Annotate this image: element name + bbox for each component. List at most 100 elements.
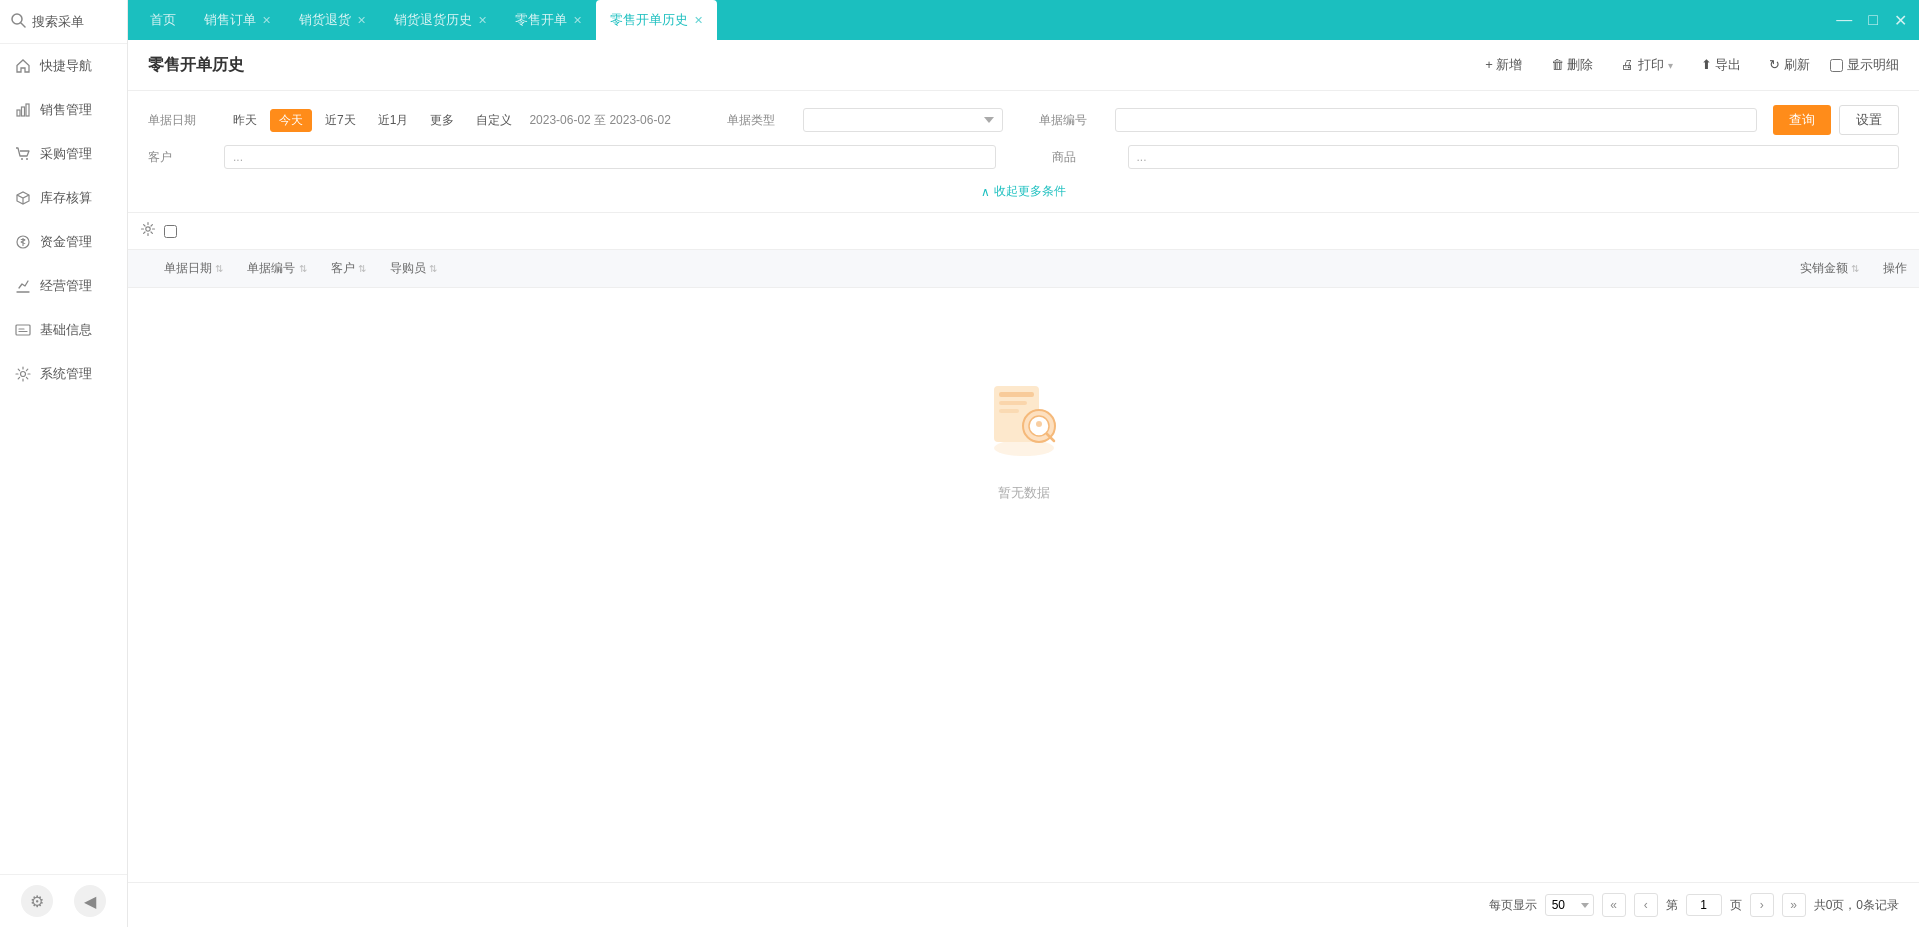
tab-sales-order-close[interactable]: ✕ [262,14,271,27]
sidebar-item-kucun-hesuan[interactable]: 库存核算 [0,176,127,220]
close-btn[interactable]: ✕ [1890,11,1911,30]
col-customer-sort[interactable]: ⇅ [358,263,366,274]
goods-input[interactable] [1128,145,1900,169]
col-amount-sort[interactable]: ⇅ [1851,263,1859,274]
svg-point-10 [146,227,150,231]
sidebar-item-label: 系统管理 [40,365,92,383]
table-gear-btn[interactable] [140,221,156,241]
number-input[interactable] [1115,108,1757,132]
money-icon [14,233,32,251]
tab-sales-return-history[interactable]: 销货退货历史 ✕ [380,0,501,40]
page-header: 零售开单历史 + 新增 🗑 删除 🖨 打印 ▾ ⬆ 导出 ↻ 刷新 显示明细 [128,40,1919,91]
minimize-btn[interactable]: — [1832,11,1856,29]
last-page-btn[interactable]: » [1782,893,1806,917]
sidebar-item-xiaoshou-guanli[interactable]: 销售管理 [0,88,127,132]
sidebar-footer: ⚙ ◀ [0,874,127,927]
date-btn-custom[interactable]: 自定义 [467,109,521,132]
collapse-filter-btn[interactable]: ∧ 收起更多条件 [148,179,1899,204]
svg-point-6 [26,158,28,160]
tab-sales-order-label: 销售订单 [204,11,256,29]
export-button[interactable]: ⬆ 导出 [1693,52,1750,78]
col-number[interactable]: 单据编号 ⇅ [235,250,318,288]
maximize-btn[interactable]: □ [1864,11,1882,29]
col-date[interactable]: 单据日期 ⇅ [152,250,235,288]
col-amount-label: 实销金额 [1800,261,1848,275]
chevron-up-icon: ∧ [981,185,990,199]
add-button[interactable]: + 新增 [1477,52,1530,78]
tab-sales-return-history-close[interactable]: ✕ [478,14,487,27]
col-date-sort[interactable]: ⇅ [215,263,223,274]
tab-retail-open[interactable]: 零售开单 ✕ [501,0,596,40]
sidebar-item-jingying-guanli[interactable]: 经营管理 [0,264,127,308]
date-btn-7days[interactable]: 近7天 [316,109,365,132]
tab-sales-return-label: 销货退货 [299,11,351,29]
empty-state: 暂无数据 [128,288,1919,582]
sidebar-item-label: 经营管理 [40,277,92,295]
col-action: 操作 [1871,250,1919,288]
show-detail-checkbox[interactable]: 显示明细 [1830,56,1899,74]
show-detail-input[interactable] [1830,59,1843,72]
per-page-label: 每页显示 [1489,897,1537,914]
col-guide[interactable]: 导购员 ⇅ [378,250,449,288]
customer-label: 客户 [148,149,208,166]
per-page-select[interactable]: 50 10 20 100 [1545,894,1594,916]
tab-sales-return[interactable]: 销货退货 ✕ [285,0,380,40]
sidebar-item-caigou-guanli[interactable]: 采购管理 [0,132,127,176]
page-label: 第 [1666,897,1678,914]
settings-footer-btn[interactable]: ⚙ [21,885,53,917]
page-input[interactable] [1686,894,1722,916]
sidebar-item-kuaijie-daohang[interactable]: 快捷导航 [0,44,127,88]
col-amount[interactable]: 实销金额 ⇅ [1788,250,1871,288]
col-number-sort[interactable]: ⇅ [299,263,307,274]
svg-rect-3 [22,107,25,116]
select-all-checkbox[interactable] [164,225,177,238]
sidebar-item-xitong-guanli[interactable]: 系统管理 [0,352,127,396]
sidebar-item-label: 快捷导航 [40,57,92,75]
first-page-btn[interactable]: « [1602,893,1626,917]
collapse-sidebar-btn[interactable]: ◀ [74,885,106,917]
date-label: 单据日期 [148,112,208,129]
col-number-label: 单据编号 [247,261,295,275]
search-label: 搜索采单 [32,13,84,31]
sidebar-item-jichu-xinxi[interactable]: 基础信息 [0,308,127,352]
svg-rect-4 [26,104,29,116]
type-select[interactable] [803,108,1003,132]
tab-sales-order[interactable]: 销售订单 ✕ [190,0,285,40]
next-page-btn[interactable]: › [1750,893,1774,917]
refresh-button[interactable]: ↻ 刷新 [1761,52,1818,78]
tab-sales-return-close[interactable]: ✕ [357,14,366,27]
filter-date-btns: 昨天 今天 近7天 近1月 更多 自定义 2023-06-02 至 2023-0… [224,109,671,132]
sidebar-item-zijin-guanli[interactable]: 资金管理 [0,220,127,264]
tab-sales-return-history-label: 销货退货历史 [394,11,472,29]
empty-illustration [974,368,1074,468]
print-button[interactable]: 🖨 打印 ▾ [1613,52,1681,78]
filter-area: 单据日期 昨天 今天 近7天 近1月 更多 自定义 2023-06-02 至 2… [128,91,1919,213]
prev-page-btn[interactable]: ‹ [1634,893,1658,917]
search-entry[interactable]: 搜索采单 [0,0,127,44]
svg-line-1 [21,23,25,27]
date-btn-yesterday[interactable]: 昨天 [224,109,266,132]
sidebar-item-label: 采购管理 [40,145,92,163]
tab-retail-open-history-close[interactable]: ✕ [694,14,703,27]
tab-retail-open-history[interactable]: 零售开单历史 ✕ [596,0,717,40]
date-btn-today[interactable]: 今天 [270,109,312,132]
col-guide-sort[interactable]: ⇅ [429,263,437,274]
svg-point-19 [1036,421,1042,427]
tab-home-label: 首页 [150,11,176,29]
svg-point-5 [21,158,23,160]
date-btn-more[interactable]: 更多 [421,109,463,132]
bar-icon [14,277,32,295]
filter-row-1: 单据日期 昨天 今天 近7天 近1月 更多 自定义 2023-06-02 至 2… [148,105,1899,135]
type-label: 单据类型 [727,112,787,129]
col-customer[interactable]: 客户 ⇅ [319,250,378,288]
settings-query-button[interactable]: 设置 [1839,105,1899,135]
search-button[interactable]: 查询 [1773,105,1831,135]
tab-home[interactable]: 首页 [136,0,190,40]
main-area: 首页 销售订单 ✕ 销货退货 ✕ 销货退货历史 ✕ 零售开单 ✕ 零售开单历史 … [128,0,1919,927]
tab-retail-open-close[interactable]: ✕ [573,14,582,27]
date-btn-1month[interactable]: 近1月 [369,109,418,132]
table-area: 单据日期 ⇅ 单据编号 ⇅ 客户 ⇅ [128,213,1919,882]
delete-button[interactable]: 🗑 删除 [1543,52,1602,78]
customer-input[interactable] [224,145,996,169]
box-icon [14,189,32,207]
